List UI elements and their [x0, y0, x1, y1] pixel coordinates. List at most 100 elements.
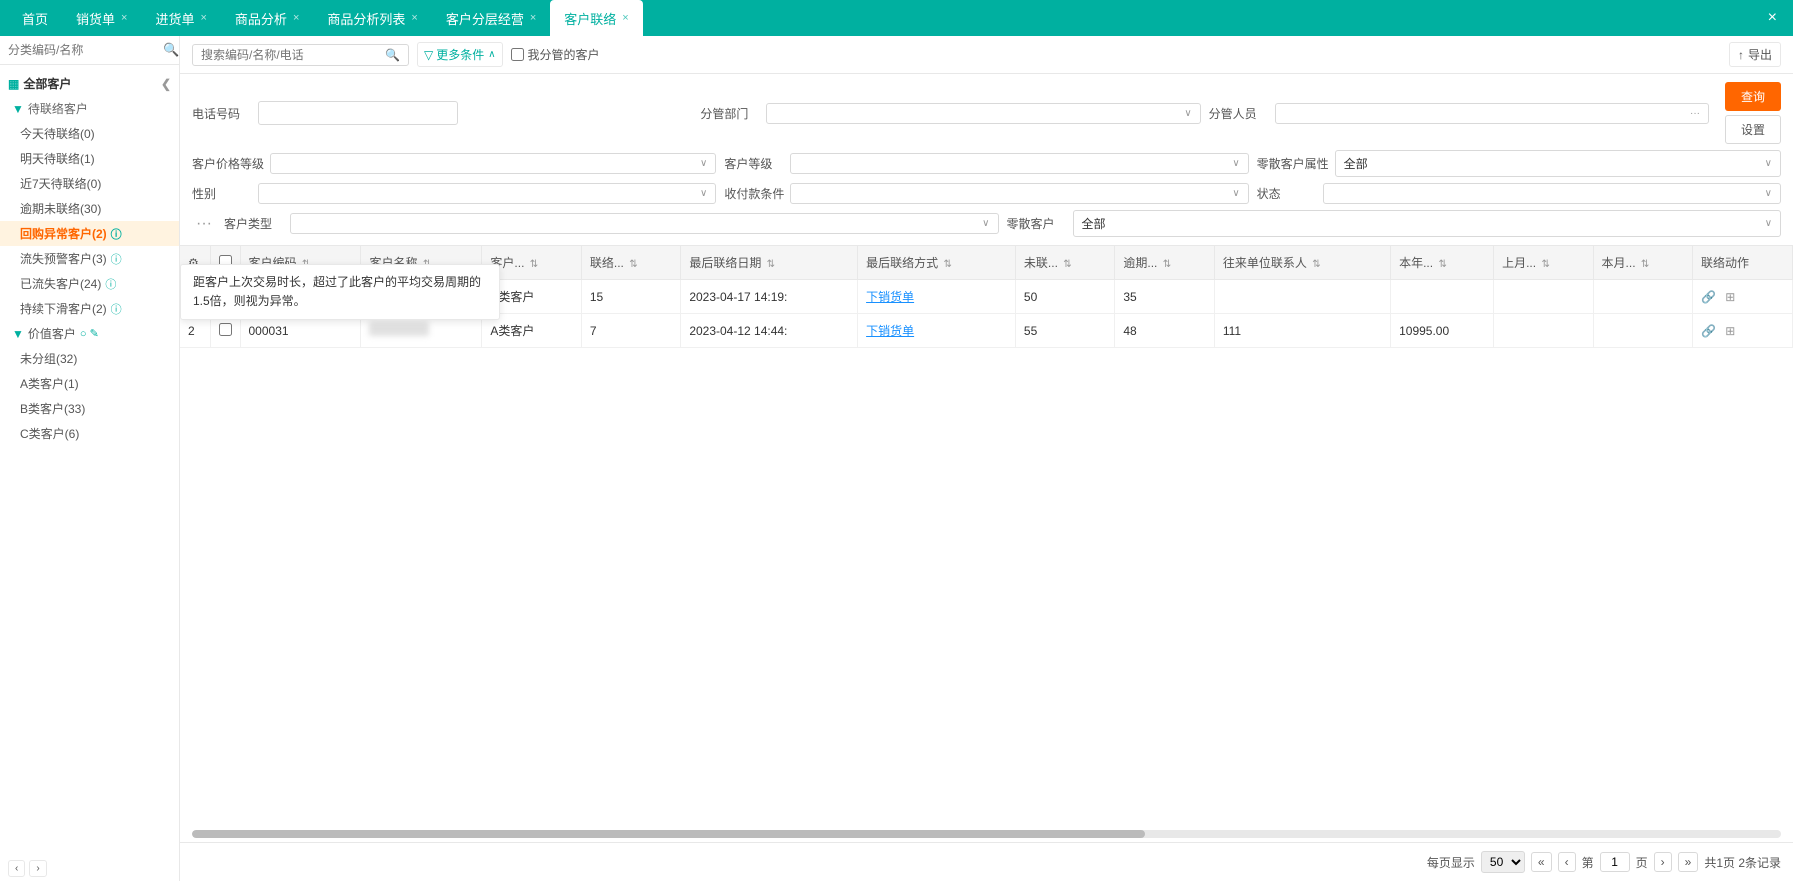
col-last-contact-type-header[interactable]: 最后联络方式 ⇅ — [858, 246, 1016, 280]
sidebar-item-b-class[interactable]: B类客户(33) — [0, 396, 179, 421]
scrollbar-thumb — [192, 830, 1145, 838]
row2-unlocked: 55 — [1015, 314, 1114, 348]
last-month-sort-icon: ⇅ — [1541, 259, 1549, 270]
sidebar-search-input[interactable] — [8, 43, 163, 57]
close-customer-contact-tab[interactable]: × — [622, 12, 628, 24]
sidebar-item-ungrouped[interactable]: 未分组(32) — [0, 346, 179, 371]
row2-name-blurred — [369, 322, 429, 336]
more-conditions-btn[interactable]: ▽ 更多条件 ∧ — [417, 42, 503, 67]
row1-grid-icon[interactable]: ⊞ — [1725, 290, 1735, 304]
sidebar-item-declining[interactable]: 持续下滑客户(2) ⓘ — [0, 296, 179, 321]
filter-icon: ▽ — [424, 48, 433, 62]
col-this-month-header[interactable]: 本月... ⇅ — [1593, 246, 1692, 280]
sidebar-item-loss-warning[interactable]: 流失预警客户(3) ⓘ — [0, 246, 179, 271]
top-navigation: 首页 销货单 × 进货单 × 商品分析 × 商品分析列表 × 客户分层经营 × … — [0, 0, 1793, 36]
price-level-chevron-icon: ∨ — [700, 158, 707, 169]
gender-chevron-icon: ∨ — [700, 188, 707, 199]
close-sales-tab[interactable]: × — [121, 12, 127, 24]
my-customer-check[interactable] — [511, 48, 524, 61]
page-number-input[interactable] — [1600, 852, 1630, 872]
dept-select[interactable]: ∨ — [766, 103, 1200, 124]
filter-row-2: 客户价格等级 ∨ 客户等级 ∨ 零散客户属性 全部 — [192, 150, 1781, 177]
row2-overdue: 48 — [1115, 314, 1214, 348]
col-this-year-header[interactable]: 本年... ⇅ — [1391, 246, 1494, 280]
row2-this-month — [1593, 314, 1692, 348]
next-page-btn[interactable]: › — [1654, 852, 1672, 872]
sidebar-item-a-class[interactable]: A类客户(1) — [0, 371, 179, 396]
last-page-btn[interactable]: » — [1678, 852, 1699, 872]
customer-level-select[interactable]: ∨ — [790, 153, 1248, 174]
nav-customer-contact[interactable]: 客户联络 × — [550, 0, 642, 36]
sidebar-item-lost[interactable]: 已流失客户(24) ⓘ — [0, 271, 179, 296]
sidebar-collapse-icon[interactable]: ❮ — [161, 77, 171, 91]
gender-select[interactable]: ∨ — [258, 183, 716, 204]
customer-type-chevron-icon: ∨ — [982, 218, 989, 229]
prev-page-btn[interactable]: ‹ — [1558, 852, 1576, 872]
query-button[interactable]: 查询 — [1725, 82, 1781, 111]
col-last-contact-date-header[interactable]: 最后联络日期 ⇅ — [681, 246, 858, 280]
close-customer-layered-tab[interactable]: × — [530, 12, 536, 24]
sidebar-next-arrow[interactable]: › — [29, 860, 46, 877]
sidebar-item-tomorrow[interactable]: 明天待联络(1) — [0, 146, 179, 171]
row2-grid-icon[interactable]: ⊞ — [1725, 324, 1735, 338]
nav-sales[interactable]: 销货单 × — [62, 0, 141, 36]
row2-last-type[interactable]: 下销货单 — [858, 314, 1016, 348]
toolbar-search-input[interactable] — [201, 48, 381, 62]
this-year-sort-icon: ⇅ — [1438, 259, 1446, 270]
row1-link-icon[interactable]: 🔗 — [1701, 290, 1716, 304]
settings-button[interactable]: 设置 — [1725, 115, 1781, 144]
sidebar-item-7days[interactable]: 近7天待联络(0) — [0, 171, 179, 196]
window-close-button[interactable]: × — [1760, 5, 1785, 31]
phone-input[interactable] — [258, 101, 458, 125]
pending-section[interactable]: ▼ 待联络客户 — [0, 96, 179, 121]
first-page-btn[interactable]: « — [1531, 852, 1552, 872]
close-product-list-tab[interactable]: × — [411, 12, 417, 24]
value-edit-icons[interactable]: ○ ✎ — [80, 327, 99, 340]
row2-check[interactable] — [219, 323, 232, 336]
manager-select[interactable]: ··· — [1275, 103, 1709, 124]
nav-home[interactable]: 首页 — [8, 0, 62, 36]
retail-attr-select[interactable]: 全部 ∨ — [1335, 150, 1781, 177]
sidebar-item-repurchase-abnormal[interactable]: 回购异常客户(2) ⓘ — [0, 221, 179, 246]
close-purchase-tab[interactable]: × — [200, 12, 206, 24]
value-section[interactable]: ▼ 价值客户 ○ ✎ — [0, 321, 179, 346]
col-contact-person-header[interactable]: 往来单位联系人 ⇅ — [1214, 246, 1390, 280]
sidebar-prev-arrow[interactable]: ‹ — [8, 860, 25, 877]
row1-last-type[interactable]: 下销货单 — [858, 280, 1016, 314]
page-size-select[interactable]: 50 — [1481, 851, 1525, 873]
customer-type-select[interactable]: ∨ — [290, 213, 999, 234]
horizontal-scrollbar[interactable] — [192, 830, 1781, 838]
col-last-month-header[interactable]: 上月... ⇅ — [1494, 246, 1593, 280]
tooltip-box: 距客户上次交易时长，超过了此客户的平均交易周期的1.5倍，则视为异常。 — [180, 264, 500, 320]
contact-person-sort-icon: ⇅ — [1312, 259, 1320, 270]
toolbar-search-icon: 🔍 — [385, 48, 400, 62]
manager-dots-icon: ··· — [1690, 108, 1700, 119]
sidebar-item-c-class[interactable]: C类客户(6) — [0, 421, 179, 446]
sidebar-item-overdue[interactable]: 逾期未联络(30) — [0, 196, 179, 221]
sidebar-item-today[interactable]: 今天待联络(0) — [0, 121, 179, 146]
my-customer-checkbox[interactable]: 我分管的客户 — [511, 46, 600, 63]
price-level-select[interactable]: ∨ — [270, 153, 716, 174]
nav-product-analysis[interactable]: 商品分析 × — [221, 0, 313, 36]
row1-unlocked: 50 — [1015, 280, 1114, 314]
retail-customer-select[interactable]: 全部 ∨ — [1073, 210, 1782, 237]
status-select[interactable]: ∨ — [1323, 183, 1781, 204]
row1-action: 🔗 ⊞ — [1693, 280, 1793, 314]
last-date-sort-icon: ⇅ — [767, 259, 775, 270]
col-unlocked-header[interactable]: 未联... ⇅ — [1015, 246, 1114, 280]
filter-dots[interactable]: ··· — [192, 215, 216, 233]
col-contact-count-header[interactable]: 联络... ⇅ — [581, 246, 680, 280]
close-product-analysis-tab[interactable]: × — [293, 12, 299, 24]
export-button[interactable]: ↑ 导出 — [1729, 42, 1781, 67]
row1-this-month — [1593, 280, 1692, 314]
col-overdue-header[interactable]: 逾期... ⇅ — [1115, 246, 1214, 280]
nav-purchase[interactable]: 进货单 × — [141, 0, 220, 36]
nav-product-analysis-list[interactable]: 商品分析列表 × — [313, 0, 431, 36]
sidebar-nav-arrows: ‹ › — [0, 856, 179, 881]
unlocked-sort-icon: ⇅ — [1063, 259, 1071, 270]
horizontal-scrollbar-area — [180, 826, 1793, 842]
filter-area: 电话号码 分管部门 ∨ 分管人员 ··· — [180, 74, 1793, 246]
payment-select[interactable]: ∨ — [790, 183, 1248, 204]
row2-link-icon[interactable]: 🔗 — [1701, 324, 1716, 338]
nav-customer-layered[interactable]: 客户分层经营 × — [432, 0, 550, 36]
